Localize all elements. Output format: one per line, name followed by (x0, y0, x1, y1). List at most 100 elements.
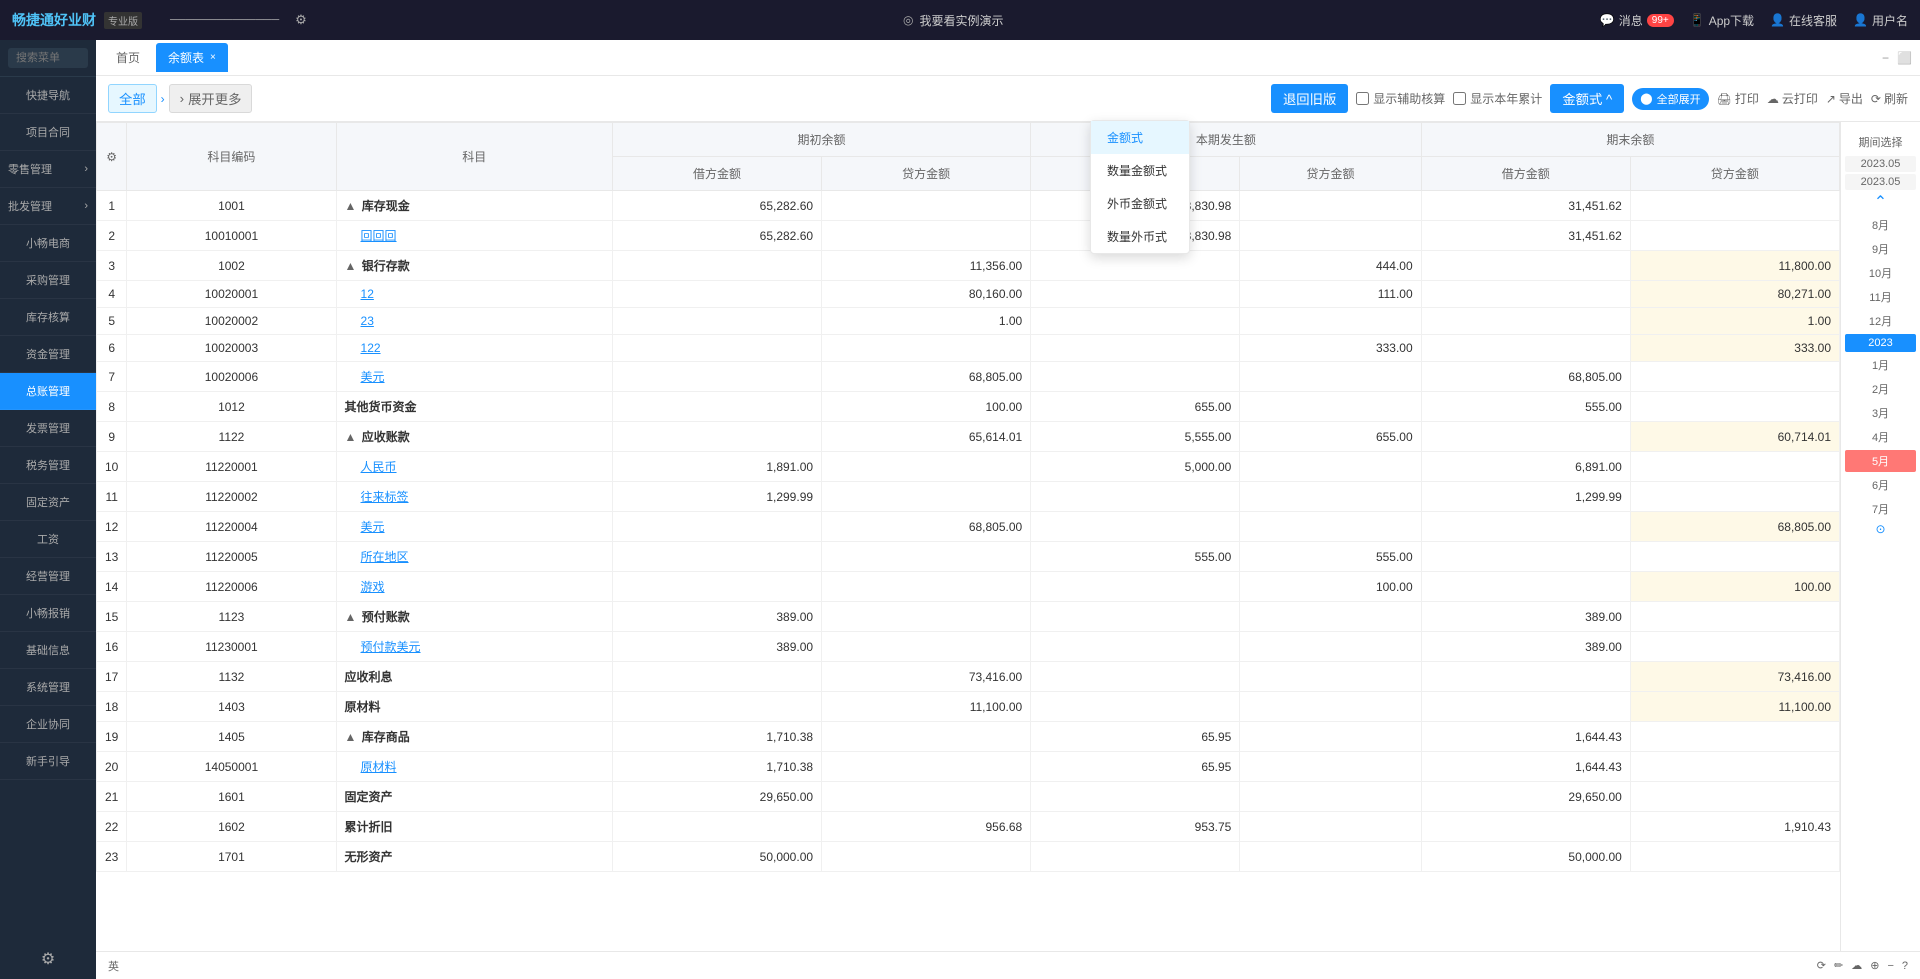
period-3[interactable]: 3月 (1845, 402, 1916, 424)
status-refresh-icon[interactable]: ⟳ (1817, 959, 1826, 972)
opening-debit (612, 542, 821, 572)
sidebar-item-wholesale[interactable]: 批发管理 › (0, 188, 96, 225)
row-subject[interactable]: 往来标签 (336, 482, 612, 512)
demo-text[interactable]: 我要看实例演示 (920, 12, 1004, 29)
show-year-input[interactable] (1453, 92, 1466, 105)
expand-btn[interactable]: › 展开更多 (169, 84, 253, 113)
row-subject[interactable]: 其他货币资金 (336, 392, 612, 422)
sidebar-settings-icon[interactable]: ⚙ (41, 949, 55, 969)
print-btn[interactable]: 🖨 打印 (1717, 90, 1759, 107)
tab-balance[interactable]: 余额表 × (156, 43, 228, 72)
row-subject[interactable]: ▲ 库存商品 (336, 722, 612, 752)
row-subject[interactable]: 人民币 (336, 452, 612, 482)
sidebar-item-tax[interactable]: 税务管理 (0, 447, 96, 484)
cloud-print-btn[interactable]: ☁ 云打印 (1767, 90, 1818, 107)
row-subject[interactable]: 游戏 (336, 572, 612, 602)
row-subject[interactable]: 应收利息 (336, 662, 612, 692)
row-subject[interactable]: ▲ 库存现金 (336, 191, 612, 221)
period-2[interactable]: 2月 (1845, 378, 1916, 400)
status-lang[interactable]: 英 (108, 958, 119, 974)
row-subject[interactable]: ▲ 应收账款 (336, 422, 612, 452)
period-5[interactable]: 5月 (1845, 450, 1916, 472)
row-subject[interactable]: 122 (336, 335, 612, 362)
period-6[interactable]: 6月 (1845, 474, 1916, 496)
top-bar-demo[interactable]: ◎ 我要看实例演示 (903, 12, 1004, 29)
status-add-icon[interactable]: ⊕ (1870, 959, 1879, 972)
period-9[interactable]: 9月 (1845, 238, 1916, 260)
period-4[interactable]: 4月 (1845, 426, 1916, 448)
sidebar-item-purchase[interactable]: 采购管理 (0, 262, 96, 299)
period-year-2[interactable]: 2023.05 (1845, 174, 1916, 190)
online-service-btn[interactable]: 👤 在线客服 (1770, 12, 1837, 29)
row-subject[interactable]: 原材料 (336, 692, 612, 722)
status-help-icon[interactable]: ? (1902, 960, 1908, 972)
app-download-btn[interactable]: 📱 App下载 (1690, 12, 1754, 29)
settings-icon[interactable]: ⚙ (295, 12, 307, 28)
sidebar-item-guide[interactable]: 新手引导 (0, 743, 96, 780)
sidebar-item-invoice[interactable]: 发票管理 (0, 410, 96, 447)
row-subject[interactable]: 无形资产 (336, 842, 612, 872)
dropdown-item-waibi-jine[interactable]: 外币金额式 (1091, 187, 1189, 220)
style-btn[interactable]: 金额式 ^ (1550, 84, 1624, 113)
row-subject[interactable]: 美元 (336, 362, 612, 392)
sidebar-item-quick-nav[interactable]: 快捷导航 (0, 77, 96, 114)
sidebar-item-operations[interactable]: 经营管理 (0, 558, 96, 595)
row-subject[interactable]: 固定资产 (336, 782, 612, 812)
refresh-btn[interactable]: ⟳ 刷新 (1871, 90, 1908, 107)
opening-debit: 389.00 (612, 602, 821, 632)
show-auxiliary-input[interactable] (1356, 92, 1369, 105)
user-btn[interactable]: 👤 用户名 (1853, 12, 1908, 29)
sidebar-item-system[interactable]: 系统管理 (0, 669, 96, 706)
tab-min-icon[interactable]: − (1882, 51, 1889, 65)
export-btn[interactable]: ↗ 导出 (1826, 90, 1863, 107)
row-subject[interactable]: 23 (336, 308, 612, 335)
period-11[interactable]: 11月 (1845, 286, 1916, 308)
show-year-check[interactable]: 显示本年累计 (1453, 90, 1542, 107)
period-7[interactable]: 7月 (1845, 498, 1916, 520)
sidebar-item-expense[interactable]: 小畅报销 (0, 595, 96, 632)
row-subject[interactable]: 预付款美元 (336, 632, 612, 662)
sidebar-item-inventory[interactable]: 库存核算 (0, 299, 96, 336)
period-collapse-icon[interactable]: ⊙ (1845, 522, 1916, 536)
status-cloud-icon[interactable]: ☁ (1851, 959, 1862, 972)
sidebar-item-retail[interactable]: 零售管理 › (0, 151, 96, 188)
tab-max-icon[interactable]: ⬜ (1897, 51, 1912, 65)
row-subject[interactable]: 原材料 (336, 752, 612, 782)
dropdown-item-shuliang-jine[interactable]: 数量金额式 (1091, 154, 1189, 187)
search-input[interactable] (8, 48, 88, 68)
tab-close-btn[interactable]: × (210, 52, 216, 63)
expand-all-toggle[interactable]: ⬤ 全部展开 (1632, 88, 1708, 110)
dropdown-item-shuliang-waibi[interactable]: 数量外币式 (1091, 220, 1189, 253)
row-subject[interactable]: 累计折旧 (336, 812, 612, 842)
period-12[interactable]: 12月 (1845, 310, 1916, 332)
row-subject[interactable]: ▲ 预付账款 (336, 602, 612, 632)
sidebar-item-ecommerce[interactable]: 小畅电商 (0, 225, 96, 262)
message-btn[interactable]: 💬 消息 99+ (1600, 12, 1674, 29)
sidebar-item-basic-info[interactable]: 基础信息 (0, 632, 96, 669)
row-subject[interactable]: 12 (336, 281, 612, 308)
return-old-btn[interactable]: 退回旧版 (1271, 84, 1348, 113)
status-edit-icon[interactable]: ✏ (1834, 959, 1843, 972)
period-8[interactable]: 8月 (1845, 214, 1916, 236)
sidebar-item-capital[interactable]: 资金管理 (0, 336, 96, 373)
row-subject[interactable]: 回回回 (336, 221, 612, 251)
period-2023[interactable]: 2023 (1845, 334, 1916, 352)
period-1[interactable]: 1月 (1845, 354, 1916, 376)
period-year-1[interactable]: 2023.05 (1845, 156, 1916, 172)
show-auxiliary-check[interactable]: 显示辅助核算 (1356, 90, 1445, 107)
row-subject[interactable]: 所在地区 (336, 542, 612, 572)
sidebar-item-enterprise[interactable]: 企业协同 (0, 706, 96, 743)
sidebar-item-project[interactable]: 项目合同 (0, 114, 96, 151)
status-minus-icon[interactable]: − (1887, 960, 1893, 972)
settings-header[interactable]: ⚙ (97, 123, 127, 191)
sidebar-item-fixed-assets[interactable]: 固定资产 (0, 484, 96, 521)
tab-home[interactable]: 首页 (104, 43, 152, 72)
row-subject[interactable]: 美元 (336, 512, 612, 542)
row-subject[interactable]: ▲ 银行存款 (336, 251, 612, 281)
sidebar-item-ledger[interactable]: 总账管理 (0, 373, 96, 410)
dropdown-item-jine[interactable]: 金额式 (1091, 121, 1189, 154)
period-10[interactable]: 10月 (1845, 262, 1916, 284)
sidebar-item-salary[interactable]: 工资 (0, 521, 96, 558)
all-btn[interactable]: 全部 (108, 84, 157, 113)
period-up-icon[interactable]: ⌃ (1845, 192, 1916, 212)
